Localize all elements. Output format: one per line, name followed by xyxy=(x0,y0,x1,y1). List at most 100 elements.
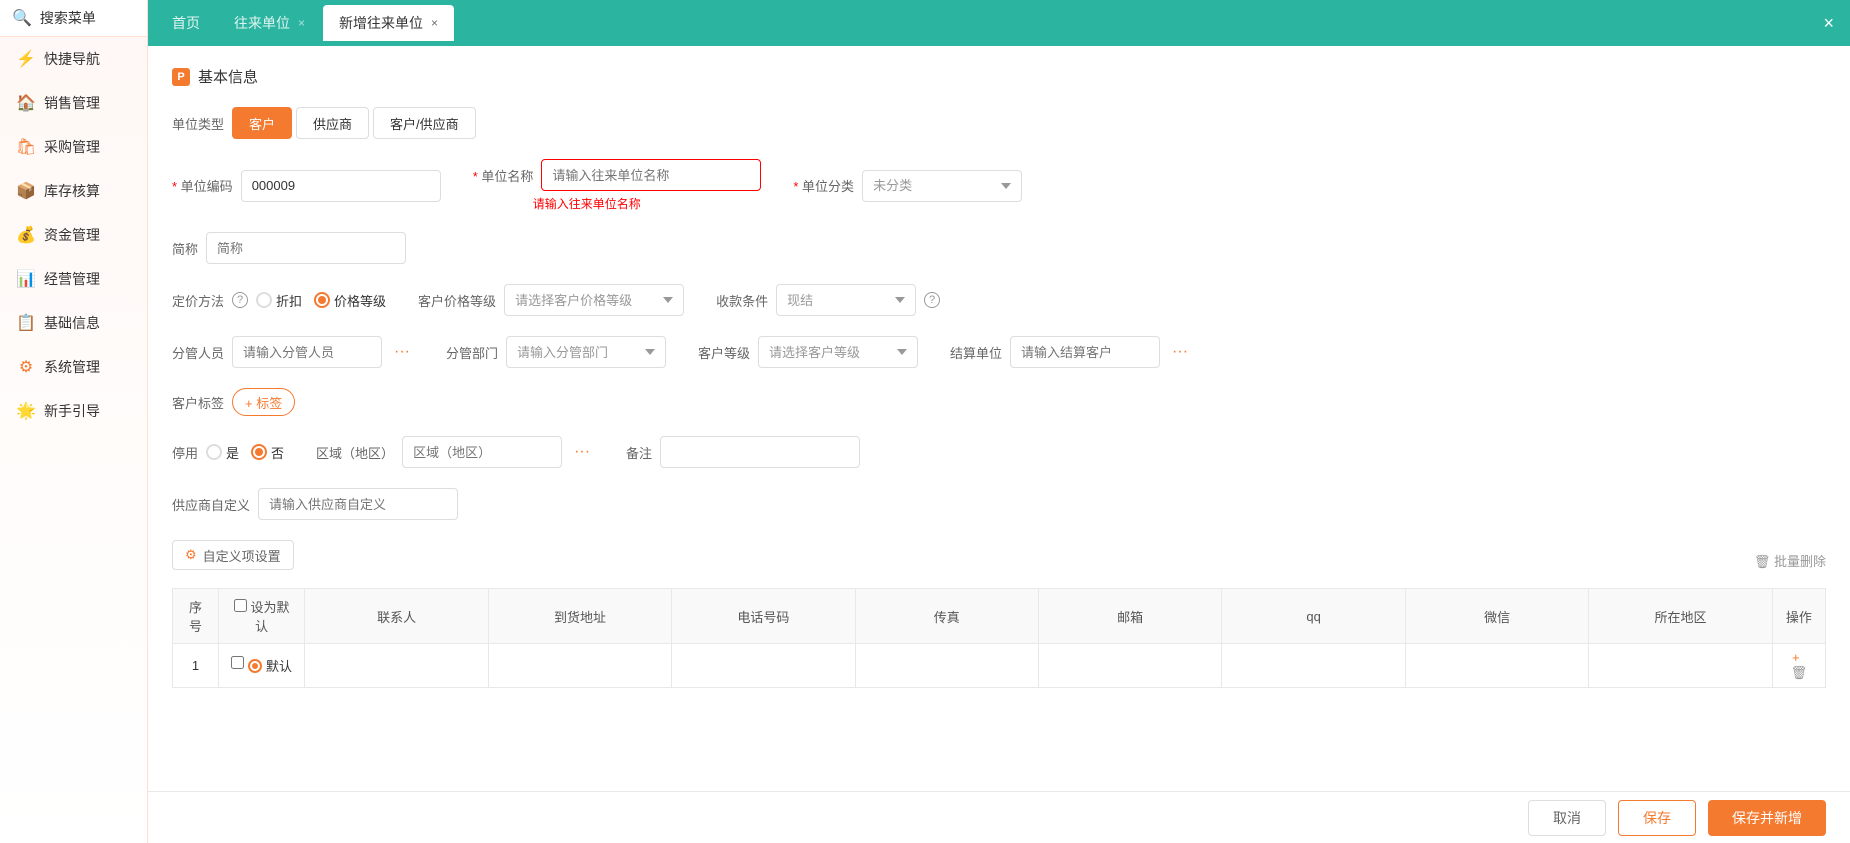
form-footer: 取消 保存 保存并新增 xyxy=(148,791,1850,843)
row-contact[interactable] xyxy=(305,644,488,688)
search-menu-item[interactable]: 🔍 搜索菜单 xyxy=(0,0,147,37)
window-close-icon[interactable]: × xyxy=(1815,13,1842,34)
radio-disabled-no-dot xyxy=(255,448,263,456)
sidebar-item-quick-nav[interactable]: ⚡ 快捷导航 xyxy=(0,37,147,81)
short-name-input[interactable] xyxy=(206,232,406,264)
settlement-dots-btn[interactable]: ··· xyxy=(1168,343,1192,361)
row-address[interactable] xyxy=(488,644,671,688)
unit-code-input[interactable] xyxy=(241,170,441,202)
row-address-input[interactable] xyxy=(499,658,661,673)
unit-name-input[interactable] xyxy=(541,159,761,191)
radio-disabled-no-circle xyxy=(251,444,267,460)
row-fax[interactable] xyxy=(855,644,1038,688)
radio-discount[interactable]: 折扣 xyxy=(256,291,302,310)
remark-label: 备注 xyxy=(626,443,652,462)
row-email-input[interactable] xyxy=(1049,658,1211,673)
sales-icon: 🏠 xyxy=(16,93,36,113)
row-contact-input[interactable] xyxy=(315,658,477,673)
radio-disabled-no[interactable]: 否 xyxy=(251,443,284,462)
add-tag-btn[interactable]: + 标签 xyxy=(232,388,295,416)
sidebar-item-inventory[interactable]: 📦 库存核算 xyxy=(0,169,147,213)
tab-new-counterparty-close[interactable]: × xyxy=(431,16,438,30)
row-wechat[interactable] xyxy=(1405,644,1588,688)
base-icon: 📋 xyxy=(16,313,36,333)
sidebar-item-base[interactable]: 📋 基础信息 xyxy=(0,301,147,345)
sidebar-label-guide: 新手引导 xyxy=(44,401,100,421)
tab-counterparty[interactable]: 往来单位 × xyxy=(218,5,321,41)
row-qq-input[interactable] xyxy=(1232,658,1395,673)
unit-type-label: 单位类型 xyxy=(172,114,224,133)
manager-input[interactable] xyxy=(232,336,382,368)
unit-btn-supplier[interactable]: 供应商 xyxy=(296,107,369,139)
unit-name-label: 单位名称 xyxy=(473,166,534,185)
payment-terms-select[interactable]: 现结 xyxy=(776,284,916,316)
row-phone[interactable] xyxy=(672,644,855,688)
sidebar-item-purchase[interactable]: 🛍 采购管理 xyxy=(0,125,147,169)
row-wechat-input[interactable] xyxy=(1416,658,1578,673)
payment-terms-label: 收款条件 xyxy=(716,291,768,310)
row-delete-btn[interactable]: 🗑 xyxy=(1791,665,1808,680)
settlement-unit-label: 结算单位 xyxy=(950,343,1002,362)
col-index: 序号 xyxy=(173,589,219,644)
unit-code-group: 单位编码 xyxy=(172,170,441,202)
row-default-radio[interactable]: 默认 xyxy=(248,656,292,675)
sidebar-label-inventory: 库存核算 xyxy=(44,181,100,201)
cancel-button[interactable]: 取消 xyxy=(1528,800,1606,836)
sidebar: 🔍 搜索菜单 ⚡ 快捷导航 🏠 销售管理 🛍 采购管理 📦 库存核算 💰 资金管… xyxy=(0,0,148,843)
row-fax-input[interactable] xyxy=(866,658,1028,673)
main-area: 首页 往来单位 × 新增往来单位 × × P 基本信息 单位类型 客户 供应商 … xyxy=(148,0,1850,843)
tab-bar: 首页 往来单位 × 新增往来单位 × × xyxy=(148,0,1850,46)
custom-settings-btn[interactable]: ⚙ 自定义项设置 xyxy=(172,540,294,570)
customer-level-label: 客户等级 xyxy=(698,343,750,362)
save-button[interactable]: 保存 xyxy=(1618,800,1696,836)
region-group: 区域（地区） ··· xyxy=(316,436,594,468)
disabled-group: 停用 是 否 xyxy=(172,443,284,462)
customer-level-select[interactable]: 请选择客户等级 xyxy=(758,336,918,368)
payment-help-icon[interactable]: ? xyxy=(924,292,940,308)
unit-category-label: 单位分类 xyxy=(793,176,854,195)
row-checkbox[interactable] xyxy=(231,656,244,669)
sidebar-item-sales[interactable]: 🏠 销售管理 xyxy=(0,81,147,125)
pricing-help-icon[interactable]: ? xyxy=(232,292,248,308)
unit-btn-customer[interactable]: 客户 xyxy=(232,107,292,139)
settlement-unit-input[interactable] xyxy=(1010,336,1160,368)
tab-home[interactable]: 首页 xyxy=(156,5,216,41)
customer-price-level-select[interactable]: 请选择客户价格等级 xyxy=(504,284,684,316)
row-region-input[interactable] xyxy=(1599,658,1761,673)
customer-price-level-label: 客户价格等级 xyxy=(418,291,496,310)
unit-type-buttons: 客户 供应商 客户/供应商 xyxy=(232,107,476,139)
row-qq[interactable] xyxy=(1222,644,1406,688)
tab-new-counterparty[interactable]: 新增往来单位 × xyxy=(323,5,454,41)
row-region[interactable] xyxy=(1589,644,1772,688)
unit-btn-both[interactable]: 客户/供应商 xyxy=(373,107,476,139)
contact-table: 序号 设为默认 联系人 到货地址 电话号码 传真 邮箱 qq 微信 所在地区 操… xyxy=(172,588,1826,688)
sidebar-item-operation[interactable]: 📊 经营管理 xyxy=(0,257,147,301)
save-and-new-button[interactable]: 保存并新增 xyxy=(1708,800,1826,836)
sidebar-item-system[interactable]: ⚙ 系统管理 xyxy=(0,345,147,389)
radio-price-level-label: 价格等级 xyxy=(334,291,386,310)
region-dots-btn[interactable]: ··· xyxy=(570,443,594,461)
radio-disabled-yes[interactable]: 是 xyxy=(206,443,239,462)
sidebar-item-guide[interactable]: 🌟 新手引导 xyxy=(0,389,147,433)
row-phone-input[interactable] xyxy=(682,658,844,673)
row-add-btn[interactable]: + xyxy=(1792,650,1800,665)
radio-disabled-no-label: 否 xyxy=(271,443,284,462)
remark-input[interactable] xyxy=(660,436,860,468)
section-title: 基本信息 xyxy=(198,66,258,87)
sidebar-item-finance[interactable]: 💰 资金管理 xyxy=(0,213,147,257)
region-label: 区域（地区） xyxy=(316,443,394,462)
supplier-custom-input[interactable] xyxy=(258,488,458,520)
manager-dots-btn[interactable]: ··· xyxy=(390,343,414,361)
unit-category-select[interactable]: 未分类 xyxy=(862,170,1022,202)
region-input[interactable] xyxy=(402,436,562,468)
batch-delete-btn[interactable]: 🗑 批量删除 xyxy=(1754,551,1826,570)
manager-label: 分管人员 xyxy=(172,343,224,362)
sidebar-label-base: 基础信息 xyxy=(44,313,100,333)
radio-price-level[interactable]: 价格等级 xyxy=(314,291,386,310)
row-email[interactable] xyxy=(1038,644,1221,688)
select-all-checkbox[interactable] xyxy=(234,599,247,612)
tab-counterparty-close[interactable]: × xyxy=(298,16,305,30)
department-select[interactable]: 请输入分管部门 xyxy=(506,336,666,368)
radio-price-level-dot xyxy=(318,296,326,304)
supplier-custom-group: 供应商自定义 xyxy=(172,488,458,520)
